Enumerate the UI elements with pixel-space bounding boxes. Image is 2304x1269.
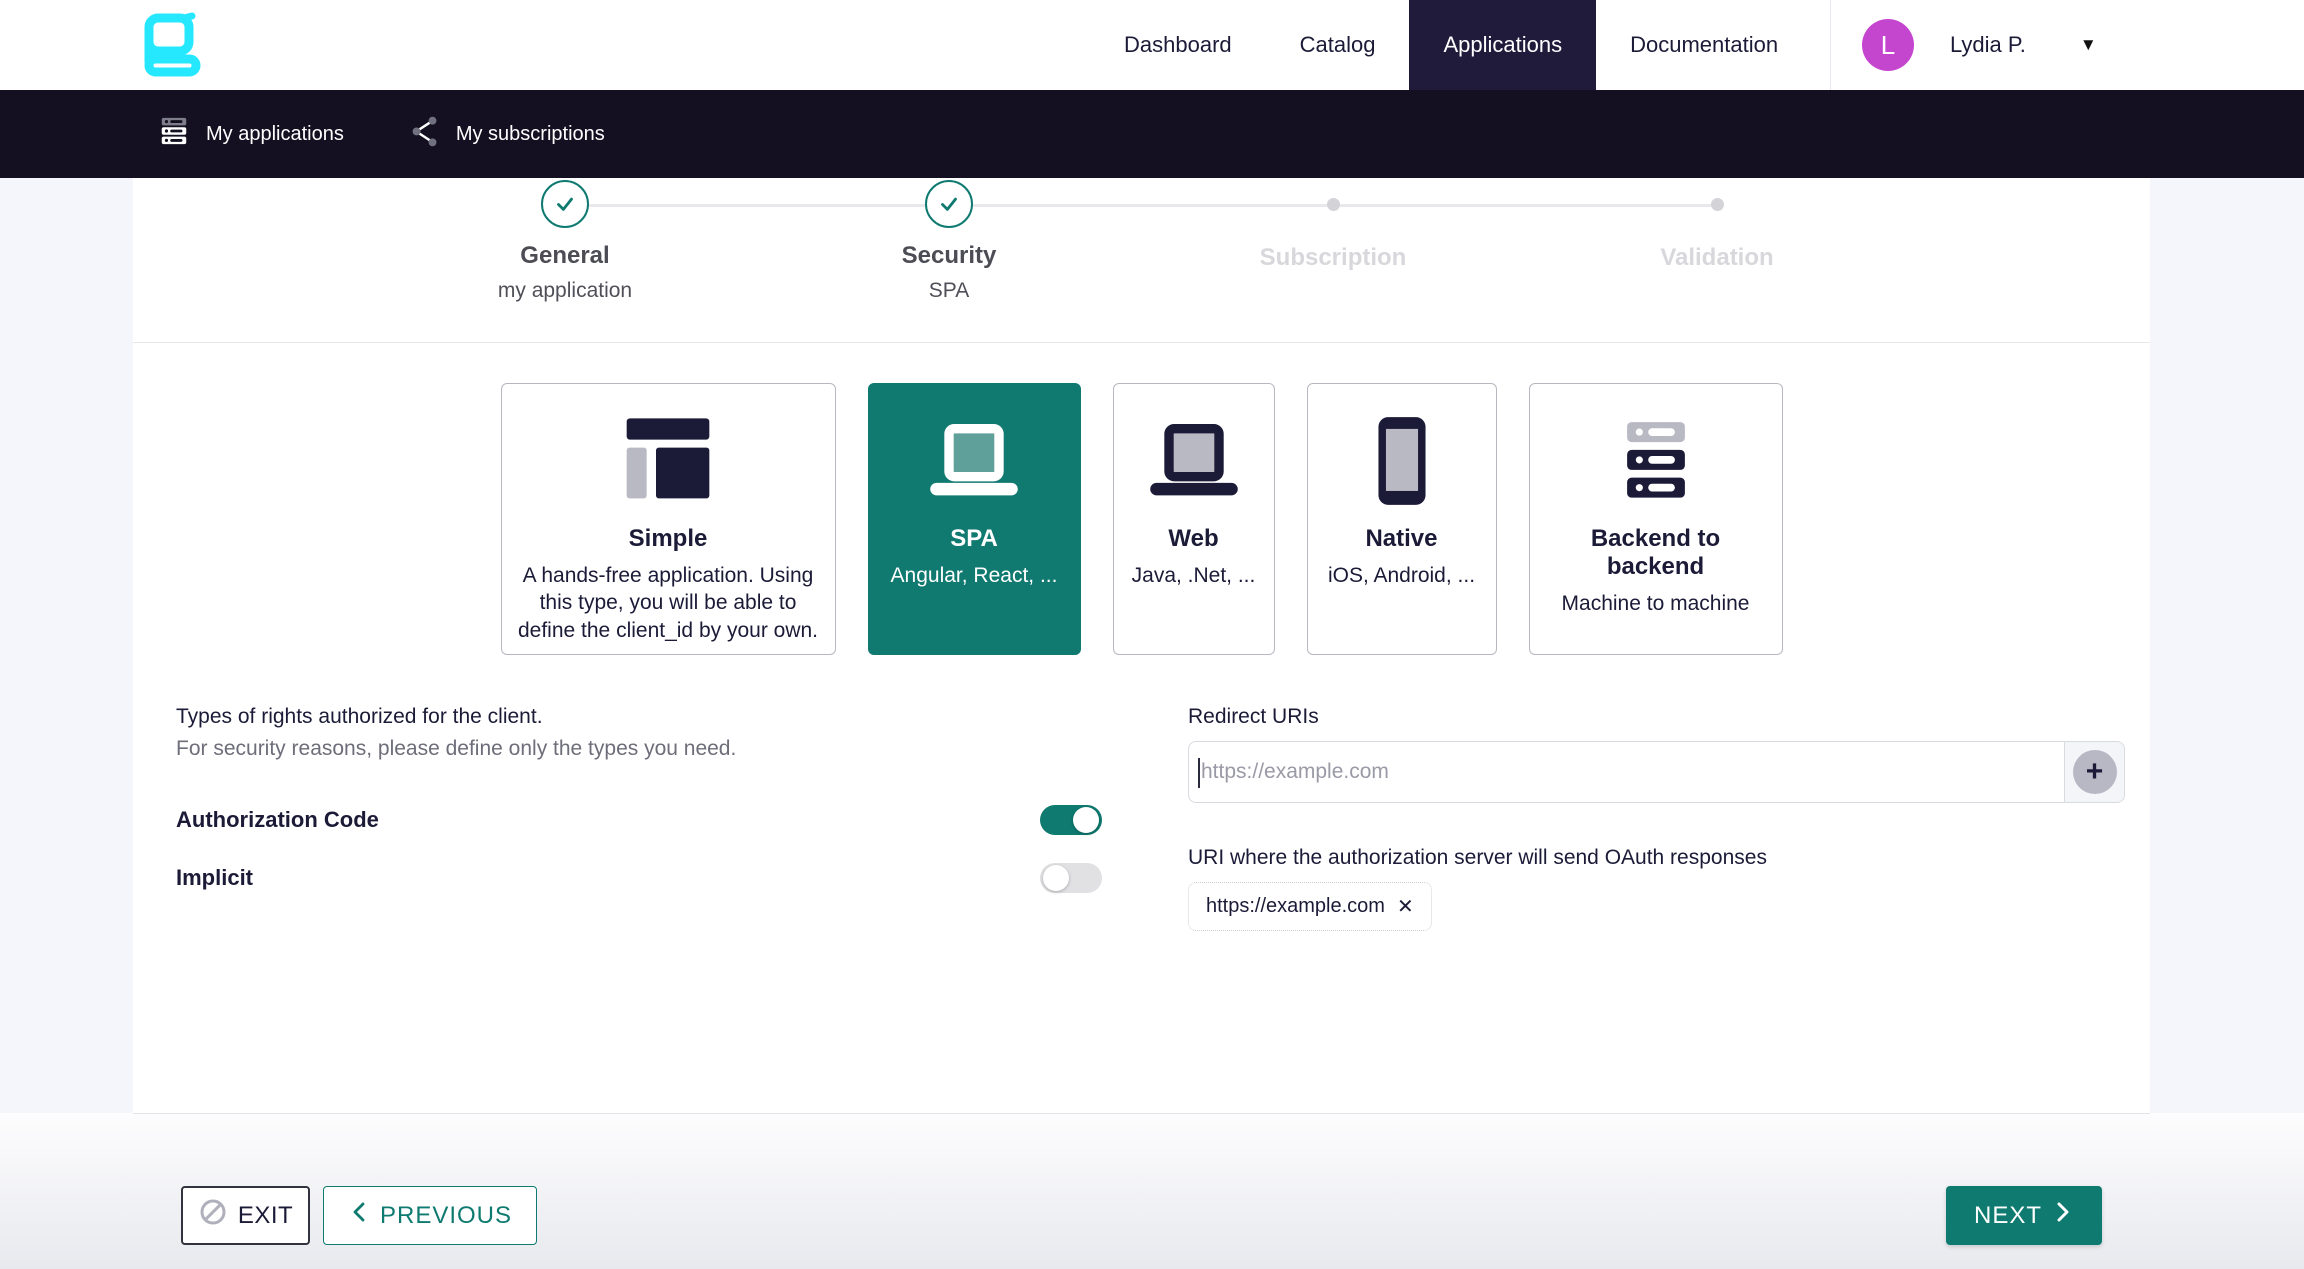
grant-types-subtitle: For security reasons, please define only… <box>176 737 1102 761</box>
redirect-uri-input-group: + <box>1188 741 2125 803</box>
card-description: A hands-free application. Using this typ… <box>516 562 821 644</box>
subnav-label: My applications <box>206 123 344 146</box>
step-security[interactable]: Security SPA <box>757 178 1141 305</box>
redirect-uris-section: Redirect URIs + URI where the authorizat… <box>1188 705 2125 931</box>
app-type-card-web[interactable]: Web Java, .Net, ... <box>1113 383 1275 655</box>
subnav-item-my-applications[interactable]: My applications <box>158 115 344 153</box>
step-dot <box>1327 198 1340 211</box>
app-type-cards: Simple A hands-free application. Using t… <box>133 383 2150 655</box>
laptop-icon <box>1128 409 1260 513</box>
next-label: NEXT <box>1974 1202 2042 1230</box>
card-title: Backend to backend <box>1544 525 1768 581</box>
toggle-knob <box>1043 865 1069 891</box>
authorization-code-label: Authorization Code <box>176 807 379 833</box>
card-title: Native <box>1322 525 1482 553</box>
grant-types-section: Types of rights authorized for the clien… <box>176 705 1102 893</box>
step-label: Security <box>902 242 997 270</box>
prohibition-icon <box>198 1197 228 1234</box>
servers-icon <box>158 115 190 153</box>
check-icon <box>541 180 589 228</box>
nav-item-catalog[interactable]: Catalog <box>1266 0 1410 90</box>
nav-item-dashboard[interactable]: Dashboard <box>1090 0 1266 90</box>
previous-label: PREVIOUS <box>380 1202 512 1230</box>
wizard-stepper: General my application Security SPA Subs… <box>133 178 2150 343</box>
step-subscription[interactable]: Subscription <box>1141 178 1525 305</box>
security-form: Types of rights authorized for the clien… <box>176 705 2106 893</box>
chevron-left-icon <box>348 1200 370 1231</box>
implicit-toggle[interactable] <box>1040 863 1102 893</box>
card-description: iOS, Android, ... <box>1322 562 1482 589</box>
card-title: Web <box>1128 525 1260 553</box>
card-title: Simple <box>516 525 821 553</box>
subnav-label: My subscriptions <box>456 123 605 146</box>
smartphone-icon <box>1322 409 1482 513</box>
step-label: General <box>520 242 609 270</box>
previous-button[interactable]: PREVIOUS <box>323 1186 537 1245</box>
layout-icon <box>516 409 821 513</box>
card-description: Machine to machine <box>1544 590 1768 617</box>
laptop-icon <box>883 409 1066 513</box>
grant-type-row: Authorization Code <box>176 805 1102 835</box>
user-menu[interactable]: L Lydia P. ▼ <box>1862 0 2097 90</box>
redirect-uris-help: URI where the authorization server will … <box>1188 846 2125 870</box>
chevron-right-icon <box>2052 1200 2074 1231</box>
top-header: Dashboard Catalog Applications Documenta… <box>0 0 2304 90</box>
nav-item-documentation[interactable]: Documentation <box>1596 0 1812 90</box>
redirect-uri-chip: https://example.com ✕ <box>1188 882 1432 931</box>
step-general[interactable]: General my application <box>373 178 757 305</box>
user-name: Lydia P. <box>1950 32 2026 58</box>
exit-label: EXIT <box>238 1202 293 1230</box>
check-icon <box>925 180 973 228</box>
header-divider <box>1830 0 1831 90</box>
app-type-card-backend[interactable]: Backend to backend Machine to machine <box>1529 383 1783 655</box>
app-type-card-spa[interactable]: SPA Angular, React, ... <box>868 383 1081 655</box>
plus-icon: + <box>2073 750 2117 794</box>
step-validation[interactable]: Validation <box>1525 178 1909 305</box>
application-wizard-page: Dashboard Catalog Applications Documenta… <box>0 0 2304 1269</box>
redirect-uri-input[interactable] <box>1189 742 2064 802</box>
redirect-uris-label: Redirect URIs <box>1188 705 2125 729</box>
remove-uri-icon[interactable]: ✕ <box>1397 894 1414 919</box>
text-cursor <box>1198 758 1200 788</box>
chip-value: https://example.com <box>1206 895 1385 918</box>
grant-type-row: Implicit <box>176 863 1102 893</box>
subnav-item-my-subscriptions[interactable]: My subscriptions <box>410 115 605 153</box>
implicit-label: Implicit <box>176 865 253 891</box>
authorization-code-toggle[interactable] <box>1040 805 1102 835</box>
top-navigation: Dashboard Catalog Applications Documenta… <box>1090 0 1812 90</box>
exit-button[interactable]: EXIT <box>181 1186 310 1245</box>
chevron-down-icon[interactable]: ▼ <box>2080 35 2097 55</box>
next-button[interactable]: NEXT <box>1946 1186 2102 1245</box>
nav-item-applications[interactable]: Applications <box>1409 0 1596 90</box>
share-icon <box>410 115 440 153</box>
wizard-footer: EXIT PREVIOUS NEXT <box>0 1113 2304 1269</box>
wizard-content: General my application Security SPA Subs… <box>133 178 2150 1113</box>
avatar[interactable]: L <box>1862 19 1914 71</box>
secondary-nav: My applications My subscriptions <box>0 90 2304 178</box>
toggle-knob <box>1073 807 1099 833</box>
gravitee-logo-icon[interactable] <box>140 11 208 84</box>
card-title: SPA <box>883 525 1066 553</box>
grant-types-title: Types of rights authorized for the clien… <box>176 705 1102 729</box>
app-type-card-simple[interactable]: Simple A hands-free application. Using t… <box>501 383 836 655</box>
step-dot <box>1711 198 1724 211</box>
step-label: Subscription <box>1260 244 1407 272</box>
card-description: Java, .Net, ... <box>1128 562 1260 589</box>
app-type-card-native[interactable]: Native iOS, Android, ... <box>1307 383 1497 655</box>
step-sublabel: SPA <box>929 279 969 303</box>
redirect-uri-field-wrap <box>1189 742 2064 802</box>
footer-divider <box>133 1113 2150 1114</box>
servers-icon <box>1544 409 1768 513</box>
step-sublabel: my application <box>498 279 632 303</box>
card-description: Angular, React, ... <box>883 562 1066 589</box>
step-label: Validation <box>1660 244 1773 272</box>
add-uri-button[interactable]: + <box>2064 742 2124 802</box>
